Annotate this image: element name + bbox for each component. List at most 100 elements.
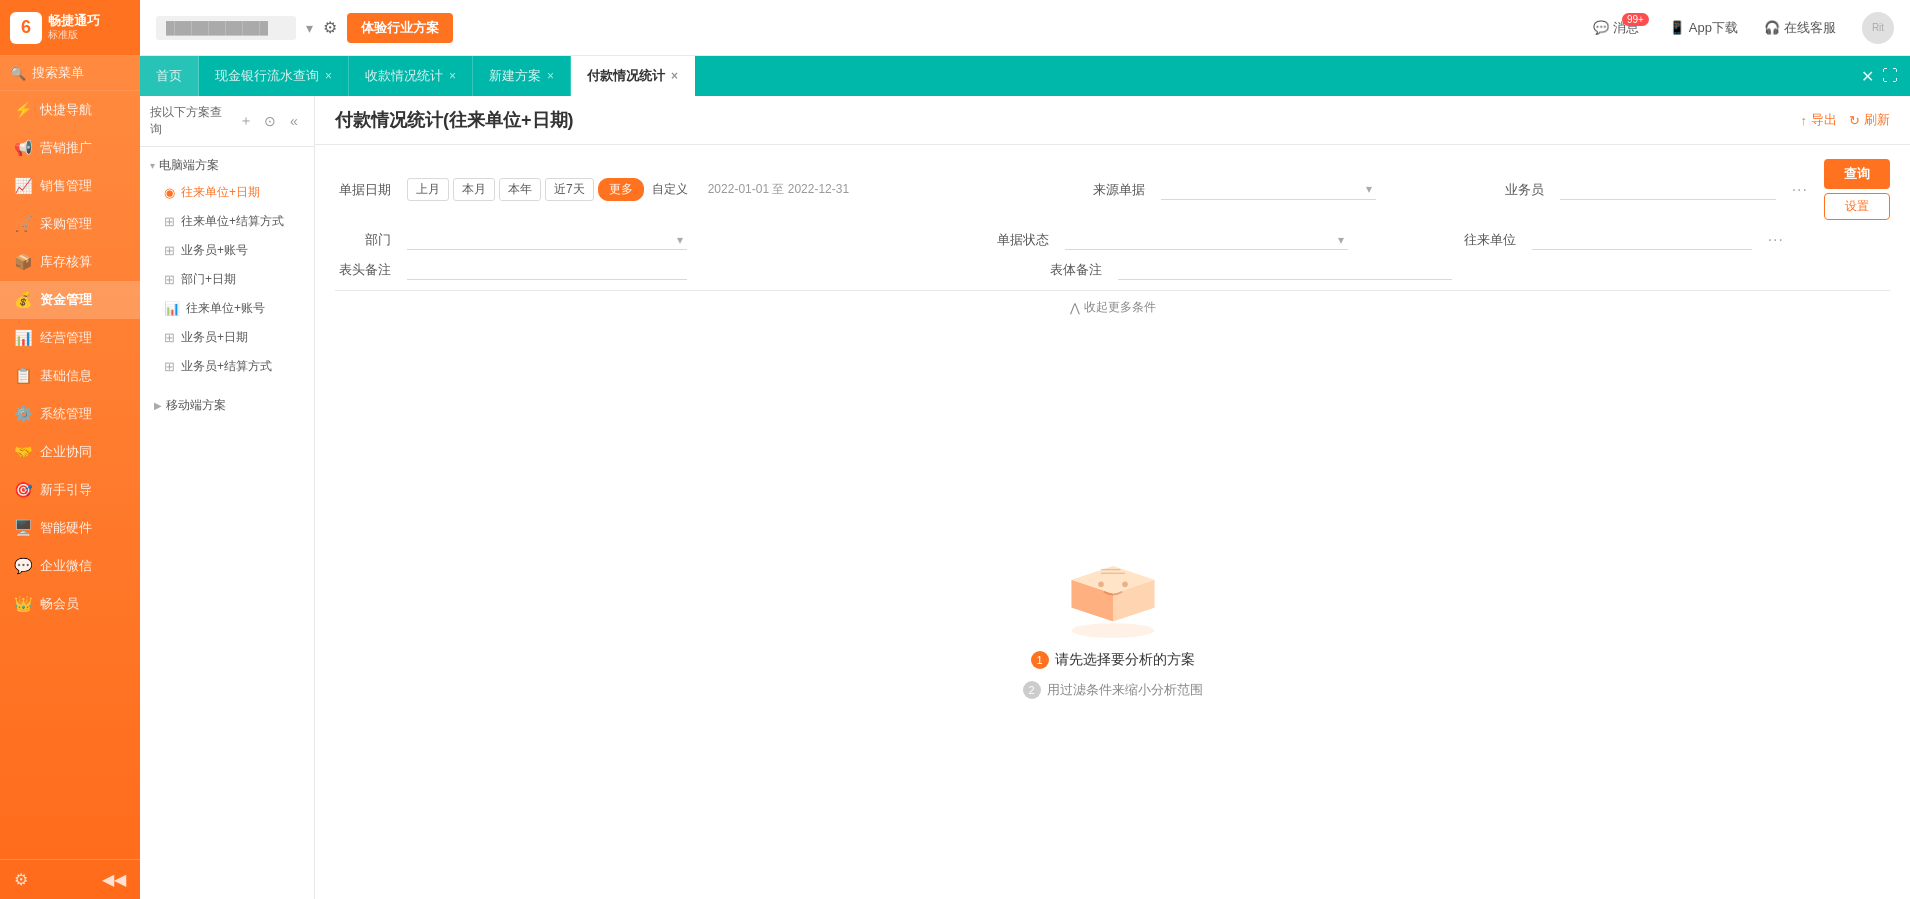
source-select[interactable]: ▾ xyxy=(1161,180,1377,200)
sidebar-item-member[interactable]: 👑 畅会员 xyxy=(0,585,140,623)
add-plan-btn[interactable]: ＋ xyxy=(236,111,256,131)
main-area: ████████████ ▾ ⚙ 体验行业方案 💬 消息 99+ 📱 App下载… xyxy=(140,0,1910,899)
plan-item-salesperson-settlement[interactable]: ⊞ 业务员+结算方式 xyxy=(140,352,314,381)
tab-home[interactable]: 首页 xyxy=(140,56,199,96)
sidebar-search[interactable]: 🔍 搜索菜单 xyxy=(0,56,140,91)
dropdown-icon[interactable]: ▾ xyxy=(306,20,313,36)
last-7days-btn[interactable]: 近7天 xyxy=(545,178,594,201)
plan-icon: ⊞ xyxy=(164,330,175,345)
footer-settings-icon[interactable]: ⚙ xyxy=(14,870,28,889)
settings-button[interactable]: 设置 xyxy=(1824,193,1890,220)
member-icon: 👑 xyxy=(14,595,32,613)
settings-icon[interactable]: ⚙ xyxy=(323,18,337,37)
query-button[interactable]: 查询 xyxy=(1824,159,1890,189)
sidebar-item-wechat[interactable]: 💬 企业微信 xyxy=(0,547,140,585)
salesperson-input[interactable] xyxy=(1564,182,1772,197)
doc-status-select[interactable]: ▾ xyxy=(1065,230,1347,250)
more-btn[interactable]: 更多 xyxy=(598,178,644,201)
body-note-label: 表体备注 xyxy=(1046,261,1102,279)
sidebar-item-label: 新手引导 xyxy=(40,481,92,499)
guide-icon: 🎯 xyxy=(14,481,32,499)
collapse-bar[interactable]: ⋀ 收起更多条件 xyxy=(335,290,1890,324)
this-month-btn[interactable]: 本月 xyxy=(453,178,495,201)
plan-item-partner-date[interactable]: ◉ 往来单位+日期 xyxy=(140,178,314,207)
sales-icon: 📈 xyxy=(14,177,32,195)
plan-item-label: 业务员+日期 xyxy=(181,329,248,346)
tab-new-plan-close[interactable]: × xyxy=(547,69,554,83)
this-year-btn[interactable]: 本年 xyxy=(499,178,541,201)
footer-collapse-icon[interactable]: ◀◀ xyxy=(102,870,126,889)
sidebar-item-label: 畅会员 xyxy=(40,595,79,613)
plan-icon: ⊞ xyxy=(164,243,175,258)
source-input[interactable] xyxy=(1165,182,1367,197)
trial-button[interactable]: 体验行业方案 xyxy=(347,13,453,43)
sidebar-item-guide[interactable]: 🎯 新手引导 xyxy=(0,471,140,509)
search-icon: 🔍 xyxy=(10,66,26,81)
tab-cash-flow[interactable]: 现金银行流水查询 × xyxy=(199,56,349,96)
sidebar-item-finance[interactable]: 💰 资金管理 xyxy=(0,281,140,319)
last-month-btn[interactable]: 上月 xyxy=(407,178,449,201)
partner-dots[interactable]: ··· xyxy=(1768,231,1784,249)
sidebar-item-system[interactable]: ⚙️ 系统管理 xyxy=(0,395,140,433)
sidebar-item-enterprise[interactable]: 🤝 企业协同 xyxy=(0,433,140,471)
plan-item-salesperson-account[interactable]: ⊞ 业务员+账号 xyxy=(140,236,314,265)
tab-payment-stats[interactable]: 付款情况统计 × xyxy=(571,56,695,96)
body-note-field[interactable] xyxy=(1122,262,1449,277)
mobile-section-label: 移动端方案 xyxy=(166,397,226,414)
sidebar-item-quick-nav[interactable]: ⚡ 快捷导航 xyxy=(0,91,140,129)
step2-label: 用过滤条件来缩小分析范围 xyxy=(1047,681,1203,699)
doc-status-input[interactable] xyxy=(1069,232,1337,247)
user-avatar[interactable]: Rit xyxy=(1862,12,1894,44)
header-note-input[interactable] xyxy=(407,260,687,280)
messages-btn[interactable]: 💬 消息 99+ xyxy=(1593,19,1639,37)
online-service-btn[interactable]: 🎧 在线客服 xyxy=(1764,19,1836,37)
plan-item-salesperson-date[interactable]: ⊞ 业务员+日期 xyxy=(140,323,314,352)
mobile-section-header[interactable]: ▶ 移动端方案 xyxy=(140,393,314,418)
tab-cash-flow-close[interactable]: × xyxy=(325,69,332,83)
body-note-input[interactable] xyxy=(1118,260,1453,280)
plan-settings-btn[interactable]: ⊙ xyxy=(260,111,280,131)
tab-cash-flow-label: 现金银行流水查询 xyxy=(215,67,319,85)
plan-item-label: 往来单位+日期 xyxy=(181,184,260,201)
header-note-field[interactable] xyxy=(411,262,683,277)
tab-receipt-stats[interactable]: 收款情况统计 × xyxy=(349,56,473,96)
tab-new-plan[interactable]: 新建方案 × xyxy=(473,56,571,96)
logo-sub: 标准版 xyxy=(48,28,100,42)
plan-item-dept-date[interactable]: ⊞ 部门+日期 xyxy=(140,265,314,294)
desktop-section-header[interactable]: ▾ 电脑端方案 xyxy=(140,153,314,178)
salesperson-select[interactable] xyxy=(1560,180,1776,200)
sidebar-item-marketing[interactable]: 📢 营销推广 xyxy=(0,129,140,167)
sidebar-item-label: 基础信息 xyxy=(40,367,92,385)
partner-select[interactable] xyxy=(1532,230,1752,250)
salesperson-dots[interactable]: ··· xyxy=(1792,181,1808,199)
refresh-icon: ↻ xyxy=(1849,113,1860,128)
tab-payment-close[interactable]: × xyxy=(671,69,678,83)
refresh-label: 刷新 xyxy=(1864,111,1890,129)
filter-row-2: 部门 ▾ 单据状态 ▾ 往来单位 ·· xyxy=(335,230,1890,250)
sidebar-item-hardware[interactable]: 🖥️ 智能硬件 xyxy=(0,509,140,547)
partner-input[interactable] xyxy=(1536,232,1748,247)
sidebar-item-purchase[interactable]: 🛒 采购管理 xyxy=(0,205,140,243)
export-btn[interactable]: ↑ 导出 xyxy=(1801,111,1838,129)
sidebar-item-label: 库存核算 xyxy=(40,253,92,271)
close-all-icon[interactable]: ✕ xyxy=(1861,67,1874,86)
tab-payment-stats-label: 付款情况统计 xyxy=(587,67,665,85)
app-download-btn[interactable]: 📱 App下载 xyxy=(1669,19,1738,37)
plan-item-partner-account[interactable]: 📊 往来单位+账号 xyxy=(140,294,314,323)
sidebar-item-inventory[interactable]: 📦 库存核算 xyxy=(0,243,140,281)
dept-input[interactable] xyxy=(411,232,677,247)
expand-icon[interactable]: ⛶ xyxy=(1882,67,1898,85)
sidebar-item-sales[interactable]: 📈 销售管理 xyxy=(0,167,140,205)
plan-item-label: 业务员+账号 xyxy=(181,242,248,259)
plan-item-partner-settlement[interactable]: ⊞ 往来单位+结算方式 xyxy=(140,207,314,236)
phone-icon: 📱 xyxy=(1669,20,1685,35)
tab-receipt-close[interactable]: × xyxy=(449,69,456,83)
dept-select[interactable]: ▾ xyxy=(407,230,687,250)
refresh-btn[interactable]: ↻ 刷新 xyxy=(1849,111,1890,129)
page-header: 付款情况统计(往来单位+日期) ↑ 导出 ↻ 刷新 xyxy=(315,96,1910,145)
export-label: 导出 xyxy=(1811,111,1837,129)
sidebar-item-basic[interactable]: 📋 基础信息 xyxy=(0,357,140,395)
service-label: 在线客服 xyxy=(1784,19,1836,37)
panel-collapse-btn[interactable]: « xyxy=(284,111,304,131)
sidebar-item-operation[interactable]: 📊 经营管理 xyxy=(0,319,140,357)
